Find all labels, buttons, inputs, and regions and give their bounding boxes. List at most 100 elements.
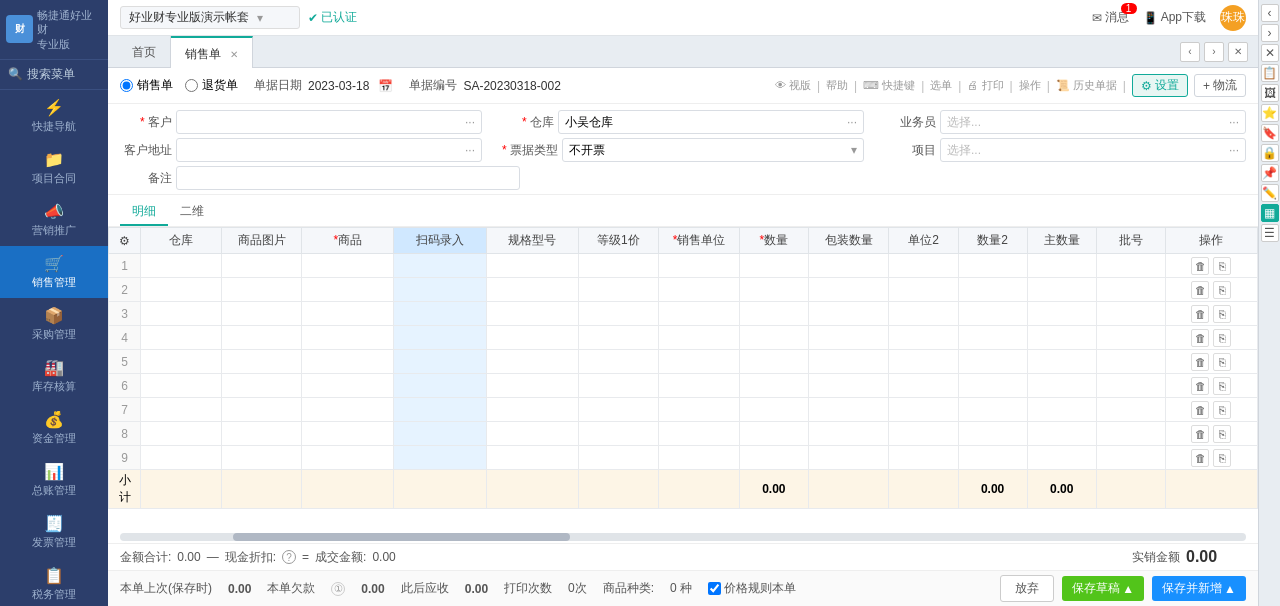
row-unit2[interactable]	[889, 374, 958, 398]
row-batch[interactable]	[1096, 374, 1165, 398]
type-sale-radio[interactable]: 销售单	[120, 77, 173, 94]
row-image[interactable]	[221, 254, 302, 278]
row-unit2[interactable]	[889, 302, 958, 326]
row-pack-qty[interactable]	[808, 374, 889, 398]
row-qty2[interactable]	[958, 254, 1027, 278]
row-qty2[interactable]	[958, 398, 1027, 422]
row-spec[interactable]	[486, 374, 578, 398]
row-batch[interactable]	[1096, 422, 1165, 446]
row-unit[interactable]	[659, 350, 740, 374]
row-price1[interactable]	[578, 446, 659, 470]
row-qty[interactable]	[739, 398, 808, 422]
row-batch[interactable]	[1096, 326, 1165, 350]
row-copy-button[interactable]: ⎘	[1213, 329, 1231, 347]
sidebar-item-tax[interactable]: 📋 税务管理	[0, 558, 108, 606]
add-logistics-button[interactable]: + 物流	[1194, 74, 1246, 97]
row-pack-qty[interactable]	[808, 446, 889, 470]
panel-edit-button[interactable]: ✏️	[1261, 184, 1279, 202]
sidebar-item-purchase[interactable]: 📦 采购管理	[0, 298, 108, 350]
panel-copy-button[interactable]: 📋	[1261, 64, 1279, 82]
horizontal-scrollbar[interactable]	[120, 533, 1246, 541]
sidebar-search[interactable]: 🔍 搜索菜单	[0, 60, 108, 90]
tab-home[interactable]: 首页	[118, 36, 171, 68]
save-new-button[interactable]: 保存并新增 ▲	[1152, 576, 1246, 601]
message-button[interactable]: ✉ 消息 1	[1092, 9, 1129, 26]
row-pack-qty[interactable]	[808, 278, 889, 302]
row-warehouse[interactable]	[141, 326, 222, 350]
project-dots[interactable]: ···	[1229, 143, 1239, 157]
scrollbar-thumb[interactable]	[233, 533, 571, 541]
tab-prev-button[interactable]: ‹	[1180, 42, 1200, 62]
row-qty[interactable]	[739, 350, 808, 374]
price-rule-checkbox[interactable]	[708, 582, 721, 595]
panel-lock-button[interactable]: 🔒	[1261, 144, 1279, 162]
row-batch-import[interactable]	[394, 278, 486, 302]
panel-grid-button[interactable]: ▦	[1261, 204, 1279, 222]
row-unit2[interactable]	[889, 254, 958, 278]
row-copy-button[interactable]: ⎘	[1213, 257, 1231, 275]
row-qty[interactable]	[739, 422, 808, 446]
row-main-qty[interactable]	[1027, 350, 1096, 374]
row-warehouse[interactable]	[141, 350, 222, 374]
row-warehouse[interactable]	[141, 398, 222, 422]
panel-pin-button[interactable]: 📌	[1261, 164, 1279, 182]
row-unit[interactable]	[659, 326, 740, 350]
row-image[interactable]	[221, 350, 302, 374]
row-image[interactable]	[221, 422, 302, 446]
tab-detail[interactable]: 明细	[120, 199, 168, 226]
row-spec[interactable]	[486, 302, 578, 326]
row-price1[interactable]	[578, 398, 659, 422]
row-spec[interactable]	[486, 398, 578, 422]
row-product[interactable]	[302, 446, 394, 470]
row-pack-qty[interactable]	[808, 398, 889, 422]
tab-close-all-button[interactable]: ✕	[1228, 42, 1248, 62]
row-image[interactable]	[221, 398, 302, 422]
sidebar-item-capital[interactable]: 💰 资金管理	[0, 402, 108, 454]
settings-button[interactable]: ⚙ 设置	[1132, 74, 1188, 97]
panel-bookmark-button[interactable]: 🔖	[1261, 124, 1279, 142]
shortcut-btn[interactable]: ⌨ 快捷键	[863, 78, 915, 93]
row-delete-button[interactable]: 🗑	[1191, 329, 1209, 347]
row-image[interactable]	[221, 278, 302, 302]
row-unit[interactable]	[659, 398, 740, 422]
row-batch-import[interactable]	[394, 350, 486, 374]
row-image[interactable]	[221, 302, 302, 326]
row-batch[interactable]	[1096, 350, 1165, 374]
print-btn[interactable]: 🖨 打印	[967, 78, 1003, 93]
sale-radio-input[interactable]	[120, 79, 133, 92]
notes-input[interactable]	[176, 166, 520, 190]
row-batch[interactable]	[1096, 446, 1165, 470]
row-qty2[interactable]	[958, 374, 1027, 398]
row-image[interactable]	[221, 374, 302, 398]
panel-list-button[interactable]: ☰	[1261, 224, 1279, 242]
panel-image-button[interactable]: 🖼	[1261, 84, 1279, 102]
price-rule-checkbox-label[interactable]: 价格规则本单	[708, 580, 796, 597]
row-batch-import[interactable]	[394, 254, 486, 278]
row-warehouse[interactable]	[141, 278, 222, 302]
row-price1[interactable]	[578, 254, 659, 278]
row-price1[interactable]	[578, 422, 659, 446]
row-qty[interactable]	[739, 302, 808, 326]
abandon-button[interactable]: 放弃	[1000, 575, 1054, 602]
row-delete-button[interactable]: 🗑	[1191, 353, 1209, 371]
row-main-qty[interactable]	[1027, 326, 1096, 350]
row-product[interactable]	[302, 374, 394, 398]
row-product[interactable]	[302, 398, 394, 422]
row-qty2[interactable]	[958, 350, 1027, 374]
row-spec[interactable]	[486, 278, 578, 302]
row-batch[interactable]	[1096, 278, 1165, 302]
row-price1[interactable]	[578, 326, 659, 350]
row-product[interactable]	[302, 254, 394, 278]
row-product[interactable]	[302, 302, 394, 326]
row-qty2[interactable]	[958, 422, 1027, 446]
row-unit[interactable]	[659, 302, 740, 326]
row-delete-button[interactable]: 🗑	[1191, 257, 1209, 275]
row-qty[interactable]	[739, 278, 808, 302]
customer-input[interactable]: ···	[176, 110, 482, 134]
row-copy-button[interactable]: ⎘	[1213, 353, 1231, 371]
history-btn[interactable]: 📜 历史单据	[1056, 78, 1117, 93]
salesperson-dots[interactable]: ···	[1229, 115, 1239, 129]
row-main-qty[interactable]	[1027, 302, 1096, 326]
customer-dots[interactable]: ···	[465, 115, 475, 129]
row-unit[interactable]	[659, 446, 740, 470]
